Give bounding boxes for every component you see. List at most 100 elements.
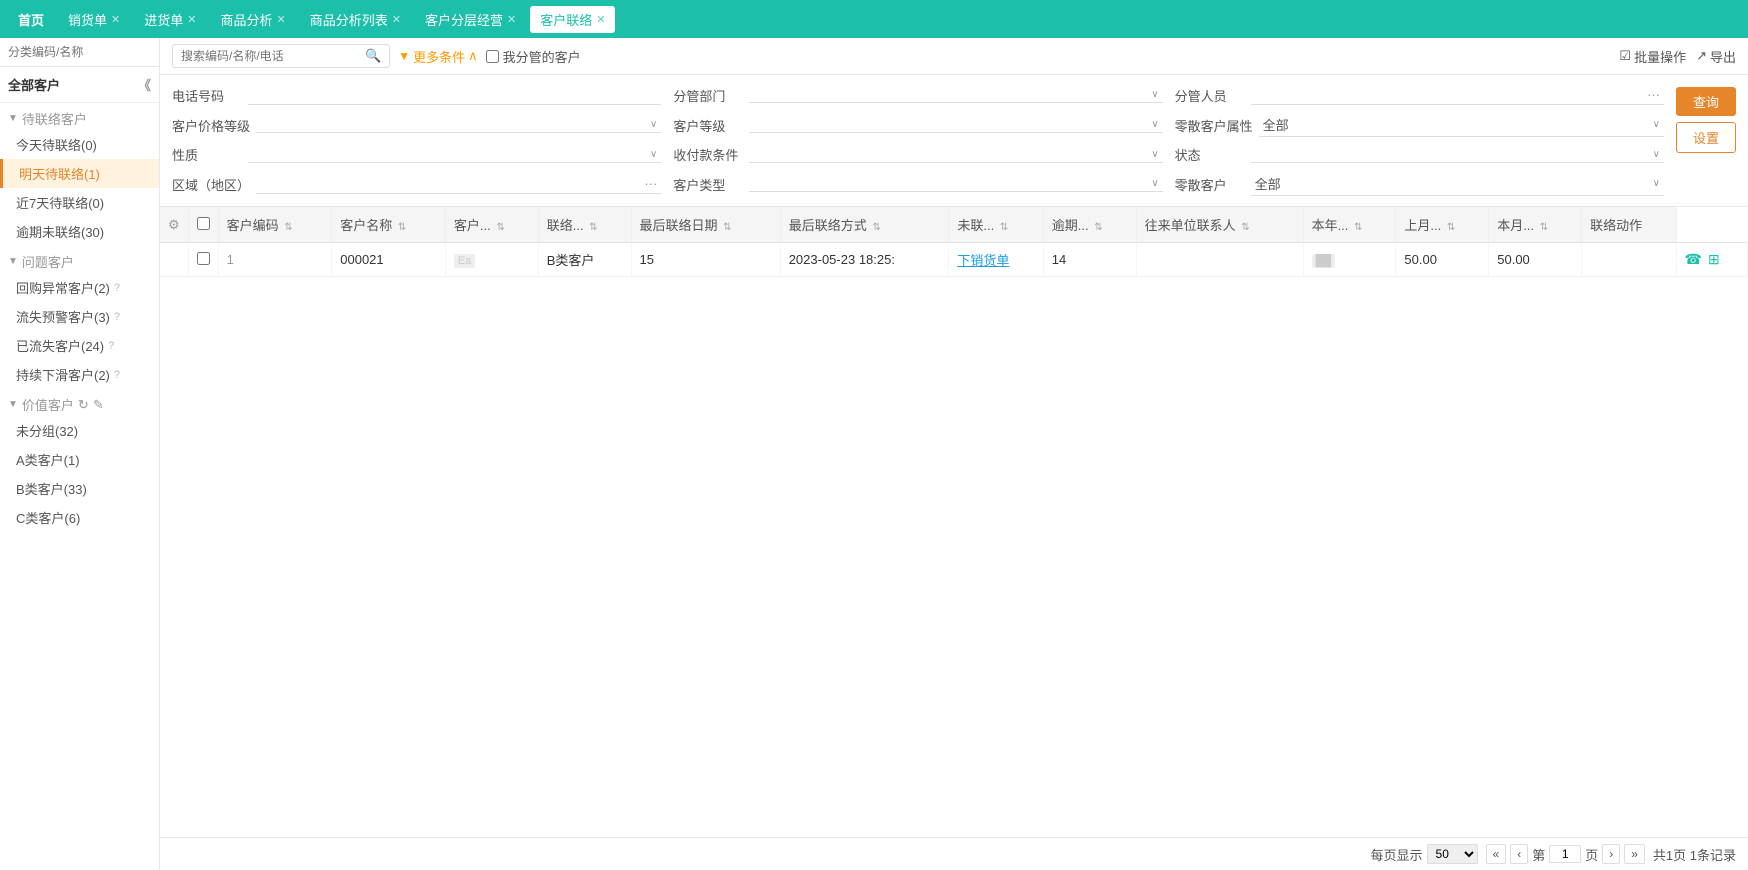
price-level-select[interactable]: ∨ xyxy=(256,117,661,133)
help-icon-3[interactable]: ? xyxy=(108,340,114,352)
nav-customer-contact[interactable]: 客户联络 ✕ xyxy=(530,6,615,33)
nav-customer-tier[interactable]: 客户分层经营 ✕ xyxy=(415,6,526,33)
retail-customer-select[interactable]: 全部 ∨ xyxy=(1251,172,1664,196)
sort-icon-date[interactable]: ⇅ xyxy=(723,222,731,233)
group-pending-contact: ▼ 待联络客户 xyxy=(0,103,159,130)
retail-customer-caret-icon: ∨ xyxy=(1653,178,1660,189)
region-dots[interactable]: ··· xyxy=(644,176,657,191)
nav-goods-analysis-list[interactable]: 商品分析列表 ✕ xyxy=(300,6,411,33)
help-icon-4[interactable]: ? xyxy=(114,369,120,381)
col-customer-type: 客户... ⇅ xyxy=(445,207,538,243)
col-overdue: 逾期... ⇅ xyxy=(1043,207,1136,243)
row-this-month xyxy=(1582,243,1676,277)
sidebar-7day-contact[interactable]: 近7天待联络(0) xyxy=(0,188,159,217)
sidebar-overdue-contact[interactable]: 逾期未联络(30) xyxy=(0,217,159,246)
collapse-icon[interactable]: 《 xyxy=(138,75,151,94)
my-customers-checkbox[interactable]: 我分管的客户 xyxy=(486,47,581,66)
row-this-year: 50.00 xyxy=(1396,243,1489,277)
table-header-row: ⚙ 客户编码 ⇅ 客户名称 ⇅ 客户... xyxy=(160,207,1748,243)
help-icon-1[interactable]: ? xyxy=(114,282,120,294)
sort-icon-tmonth[interactable]: ⇅ xyxy=(1540,222,1548,233)
nav-home[interactable]: 首页 xyxy=(8,6,54,33)
more-action-icon[interactable]: ⊞ xyxy=(1708,251,1720,268)
last-page-button[interactable]: » xyxy=(1624,844,1645,864)
filter-customer-level: 客户等级 ∨ xyxy=(673,116,1162,135)
region-label: 区域（地区） xyxy=(172,175,250,194)
col-gear[interactable]: ⚙ xyxy=(160,207,188,243)
export-button[interactable]: ↗ 导出 xyxy=(1696,47,1736,66)
close-customer-contact-icon[interactable]: ✕ xyxy=(596,13,605,26)
nav-goods-analysis[interactable]: 商品分析 ✕ xyxy=(210,6,295,33)
sidebar-class-a[interactable]: A类客户(1) xyxy=(0,445,159,474)
sort-icon-contact[interactable]: ⇅ xyxy=(589,222,597,233)
close-sales-icon[interactable]: ✕ xyxy=(111,13,120,26)
col-uncontacted: 未联... ⇅ xyxy=(949,207,1043,243)
settings-button[interactable]: 设置 xyxy=(1676,122,1736,153)
row-last-month: 50.00 xyxy=(1489,243,1582,277)
sidebar-ungrouped[interactable]: 未分组(32) xyxy=(0,416,159,445)
sidebar-tomorrow-contact[interactable]: 明天待联络(1) xyxy=(0,159,159,188)
status-select[interactable]: ∨ xyxy=(1251,147,1664,163)
col-last-month: 上月... ⇅ xyxy=(1396,207,1489,243)
dept-select[interactable]: ∨ xyxy=(749,87,1162,103)
all-customers-label: 全部客户 xyxy=(8,75,60,94)
close-goods-analysis-icon[interactable]: ✕ xyxy=(277,13,286,26)
row-num: 1 xyxy=(218,243,332,277)
sort-icon-person[interactable]: ⇅ xyxy=(1241,222,1249,233)
nav-sales[interactable]: 销货单 ✕ xyxy=(58,6,130,33)
sidebar-today-contact[interactable]: 今天待联络(0) xyxy=(0,130,159,159)
sort-icon-year[interactable]: ⇅ xyxy=(1354,222,1362,233)
search-icon[interactable]: 🔍 xyxy=(365,48,381,64)
row-select-checkbox[interactable] xyxy=(197,252,210,265)
nav-purchase[interactable]: 进货单 ✕ xyxy=(134,6,206,33)
sort-icon-lmonth[interactable]: ⇅ xyxy=(1447,222,1455,233)
status-caret-icon: ∨ xyxy=(1653,149,1660,160)
row-contact-person: ██ xyxy=(1303,243,1396,277)
next-page-button[interactable]: › xyxy=(1602,844,1620,864)
customer-level-select[interactable]: ∨ xyxy=(749,117,1162,133)
sort-icon-name[interactable]: ⇅ xyxy=(398,222,406,233)
nature-select[interactable]: ∨ xyxy=(248,147,661,163)
page-size-select[interactable]: 50 100 200 xyxy=(1427,844,1478,864)
query-button[interactable]: 查询 xyxy=(1676,87,1736,116)
contact-action-icon[interactable]: ☎ xyxy=(1685,251,1702,268)
all-customers-item[interactable]: 全部客户 《 xyxy=(0,67,159,103)
sidebar-churn-warning[interactable]: 流失预警客户(3) ? xyxy=(0,302,159,331)
prev-page-button[interactable]: ‹ xyxy=(1510,844,1528,864)
my-customers-check[interactable] xyxy=(486,50,499,63)
sort-icon-uncontact[interactable]: ⇅ xyxy=(1000,222,1008,233)
help-icon-2[interactable]: ? xyxy=(114,311,120,323)
more-filter-button[interactable]: ▼ 更多条件 ∧ xyxy=(398,47,477,66)
sidebar-repurchase-abnormal[interactable]: 回购异常客户(2) ? xyxy=(0,273,159,302)
refresh-icon[interactable]: ↻ xyxy=(78,397,89,413)
status-label: 状态 xyxy=(1175,145,1245,164)
filter-retail-customer: 零散客户 全部 ∨ xyxy=(1175,172,1664,196)
select-all-checkbox[interactable] xyxy=(197,217,210,230)
edit-icon[interactable]: ✎ xyxy=(93,397,104,413)
col-this-year: 本年... ⇅ xyxy=(1303,207,1396,243)
sidebar-class-c[interactable]: C类客户(6) xyxy=(0,503,159,532)
manager-dots[interactable]: ··· xyxy=(1647,87,1660,102)
page-number-input[interactable] xyxy=(1549,845,1581,863)
payment-select[interactable]: ∨ xyxy=(749,147,1162,163)
sidebar-class-b[interactable]: B类客户(33) xyxy=(0,474,159,503)
close-purchase-icon[interactable]: ✕ xyxy=(187,13,196,26)
sort-icon-method[interactable]: ⇅ xyxy=(872,222,880,233)
price-level-label: 客户价格等级 xyxy=(172,116,250,135)
sidebar-declining[interactable]: 持续下滑客户(2) ? xyxy=(0,360,159,389)
sort-icon-code[interactable]: ⇅ xyxy=(284,222,292,233)
search-input[interactable] xyxy=(181,49,361,63)
sort-icon-type[interactable]: ⇅ xyxy=(496,222,504,233)
close-goods-list-icon[interactable]: ✕ xyxy=(392,13,401,26)
customer-type-select[interactable]: ∨ xyxy=(749,176,1162,192)
group-problem-customers: ▼ 问题客户 xyxy=(0,246,159,273)
sort-icon-overdue[interactable]: ⇅ xyxy=(1094,222,1102,233)
sidebar-churned[interactable]: 已流失客户(24) ? xyxy=(0,331,159,360)
first-page-button[interactable]: « xyxy=(1486,844,1507,864)
close-customer-tier-icon[interactable]: ✕ xyxy=(507,13,516,26)
batch-operation-button[interactable]: ☑ 批量操作 xyxy=(1619,47,1686,66)
nature-caret-icon: ∨ xyxy=(650,149,657,160)
phone-input[interactable] xyxy=(248,86,661,105)
sidebar-search-input[interactable] xyxy=(8,45,160,59)
retail-attr-select[interactable]: 全部 ∨ xyxy=(1259,113,1664,137)
